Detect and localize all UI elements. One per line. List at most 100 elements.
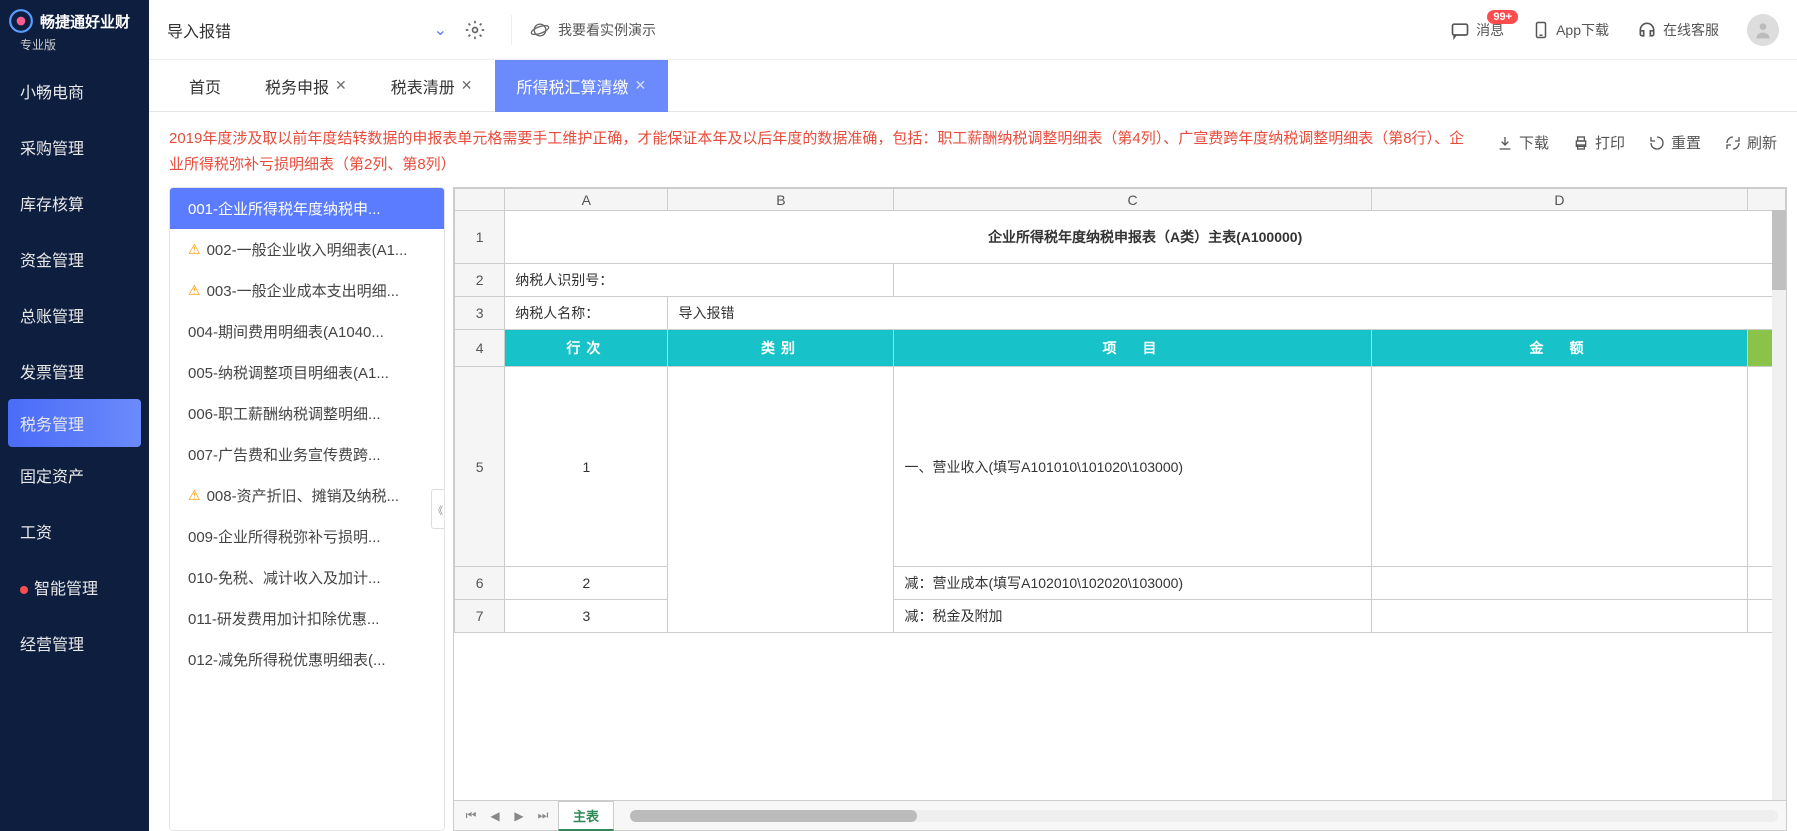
headset-icon (1637, 20, 1657, 40)
sidebar-item-5[interactable]: 发票管理 (0, 343, 149, 399)
demo-link[interactable]: 我要看实例演示 (530, 20, 656, 40)
cell-amount[interactable] (1371, 600, 1748, 633)
cell-seq[interactable]: 2 (505, 567, 668, 600)
tree-item-10[interactable]: 011-研发费用加计扣除优惠... (170, 598, 444, 639)
sidebar: 畅捷通好业财 专业版 小畅电商采购管理库存核算资金管理总账管理发票管理税务管理固… (0, 0, 149, 831)
header-seq[interactable]: 行次 (505, 330, 668, 367)
row-header[interactable]: 6 (455, 567, 505, 600)
print-button[interactable]: 打印 (1573, 132, 1625, 153)
sidebar-item-6[interactable]: 税务管理 (8, 399, 141, 447)
tree-item-label: 009-企业所得税弥补亏损明... (188, 526, 381, 547)
sheet-nav-last[interactable]: ⏭ (534, 808, 552, 823)
download-button[interactable]: 下载 (1497, 132, 1549, 153)
sidebar-item-label: 发票管理 (20, 365, 84, 382)
row-header[interactable]: 2 (455, 264, 505, 297)
taxpayer-id-value[interactable] (894, 264, 1786, 297)
sidebar-item-8[interactable]: 工资 (0, 503, 149, 559)
tree-item-label: 003-一般企业成本支出明细... (207, 280, 400, 301)
reset-button[interactable]: 重置 (1649, 132, 1701, 153)
cell-seq[interactable]: 1 (505, 367, 668, 567)
refresh-button[interactable]: 刷新 (1725, 132, 1777, 153)
notification-dot-icon (20, 586, 28, 594)
sheet-tab-main[interactable]: 主表 (558, 801, 614, 831)
tree-item-0[interactable]: 001-企业所得税年度纳税申... (170, 188, 444, 229)
sidebar-item-9[interactable]: 智能管理 (0, 559, 149, 615)
warning-icon: ⚠ (188, 487, 201, 504)
cell-category[interactable] (668, 367, 894, 633)
sheet-nav-prev[interactable]: ◀ (486, 809, 504, 823)
tab-3[interactable]: 所得税汇算清缴✕ (495, 60, 669, 112)
tree-item-2[interactable]: ⚠003-一般企业成本支出明细... (170, 270, 444, 311)
col-header-b[interactable]: B (668, 189, 894, 211)
col-header-d[interactable]: D (1371, 189, 1748, 211)
tab-bar: 首页税务申报✕税表清册✕所得税汇算清缴✕ (149, 60, 1797, 112)
tree-item-8[interactable]: 009-企业所得税弥补亏损明... (170, 516, 444, 557)
notice-text: 2019年度涉及取以前年度结转数据的申报表单元格需要手工维护正确，才能保证本年及… (169, 126, 1479, 177)
sheet-corner[interactable] (455, 189, 505, 211)
org-dropdown[interactable]: 导入报错 ⌄ (167, 18, 447, 42)
row-header[interactable]: 4 (455, 330, 505, 367)
settings-button[interactable] (457, 12, 493, 48)
tree-item-11[interactable]: 012-减免所得税优惠明细表(... (170, 639, 444, 680)
taxpayer-name-value[interactable]: 导入报错 (668, 297, 1786, 330)
horizontal-scrollbar[interactable] (630, 810, 1778, 822)
cell-amount[interactable] (1371, 367, 1748, 567)
tree-item-1[interactable]: ⚠002-一般企业收入明细表(A1... (170, 229, 444, 270)
col-header-a[interactable]: A (505, 189, 668, 211)
sidebar-item-4[interactable]: 总账管理 (0, 287, 149, 343)
row-header[interactable]: 7 (455, 600, 505, 633)
tree-collapse-button[interactable]: 《 (431, 489, 445, 529)
sidebar-item-2[interactable]: 库存核算 (0, 175, 149, 231)
tree-item-3[interactable]: 004-期间费用明细表(A1040... (170, 311, 444, 352)
taxpayer-name-label[interactable]: 纳税人名称： (505, 297, 668, 330)
sidebar-item-label: 库存核算 (20, 197, 84, 214)
sheet-nav-next[interactable]: ▶ (510, 809, 528, 823)
notice-row: 2019年度涉及取以前年度结转数据的申报表单元格需要手工维护正确，才能保证本年及… (149, 112, 1797, 187)
cell-item[interactable]: 一、营业收入(填写A101010\101020\103000) (894, 367, 1371, 567)
sidebar-item-3[interactable]: 资金管理 (0, 231, 149, 287)
user-avatar[interactable] (1747, 14, 1779, 46)
tree-item-6[interactable]: 007-广告费和业务宣传费跨... (170, 434, 444, 475)
row-header[interactable]: 5 (455, 367, 505, 567)
tab-label: 税务申报 (265, 74, 329, 98)
header-category[interactable]: 类别 (668, 330, 894, 367)
row-header[interactable]: 1 (455, 211, 505, 264)
header-item[interactable]: 项 目 (894, 330, 1371, 367)
cell-item[interactable]: 减：营业成本(填写A102010\102020\103000) (894, 567, 1371, 600)
close-icon[interactable]: ✕ (635, 77, 647, 94)
vertical-scrollbar[interactable] (1772, 210, 1786, 800)
tab-2[interactable]: 税表清册✕ (369, 60, 495, 112)
cell-item[interactable]: 减：税金及附加 (894, 600, 1371, 633)
tab-label: 首页 (189, 74, 221, 98)
app-download-label: App下载 (1556, 20, 1609, 40)
sheet-title[interactable]: 企业所得税年度纳税申报表（A类）主表(A100000) (505, 211, 1786, 264)
sidebar-item-10[interactable]: 经营管理 (0, 615, 149, 671)
tree-item-5[interactable]: 006-职工薪酬纳税调整明细... (170, 393, 444, 434)
taxpayer-id-label[interactable]: 纳税人识别号： (505, 264, 894, 297)
tree-item-4[interactable]: 005-纳税调整项目明细表(A1... (170, 352, 444, 393)
col-header-extra[interactable] (1748, 189, 1786, 211)
sheet-grid[interactable]: A B C D 1 企业所得税年度纳税申报表（A类）主表(A100000) (454, 188, 1786, 800)
sidebar-item-0[interactable]: 小畅电商 (0, 63, 149, 119)
support-label: 在线客服 (1663, 20, 1719, 40)
tree-item-7[interactable]: ⚠008-资产折旧、摊销及纳税... (170, 475, 444, 516)
sidebar-item-7[interactable]: 固定资产 (0, 447, 149, 503)
message-button[interactable]: 消息 99+ (1450, 20, 1504, 40)
sidebar-item-1[interactable]: 采购管理 (0, 119, 149, 175)
support-button[interactable]: 在线客服 (1637, 20, 1719, 40)
tab-0[interactable]: 首页 (167, 60, 243, 112)
tab-1[interactable]: 税务申报 ✕ (243, 60, 369, 112)
sheet-nav-first[interactable]: ⏮ (462, 808, 480, 823)
header-amount[interactable]: 金 额 (1371, 330, 1748, 367)
col-header-c[interactable]: C (894, 189, 1371, 211)
close-icon[interactable]: ✕ (335, 77, 347, 94)
tree-item-9[interactable]: 010-免税、减计收入及加计... (170, 557, 444, 598)
download-label: 下载 (1519, 132, 1549, 153)
app-download-button[interactable]: App下载 (1532, 20, 1609, 40)
chevron-down-icon: ⌄ (434, 20, 447, 40)
cell-seq[interactable]: 3 (505, 600, 668, 633)
demo-link-label: 我要看实例演示 (558, 20, 656, 40)
row-header[interactable]: 3 (455, 297, 505, 330)
cell-amount[interactable] (1371, 567, 1748, 600)
close-icon[interactable]: ✕ (461, 77, 473, 94)
